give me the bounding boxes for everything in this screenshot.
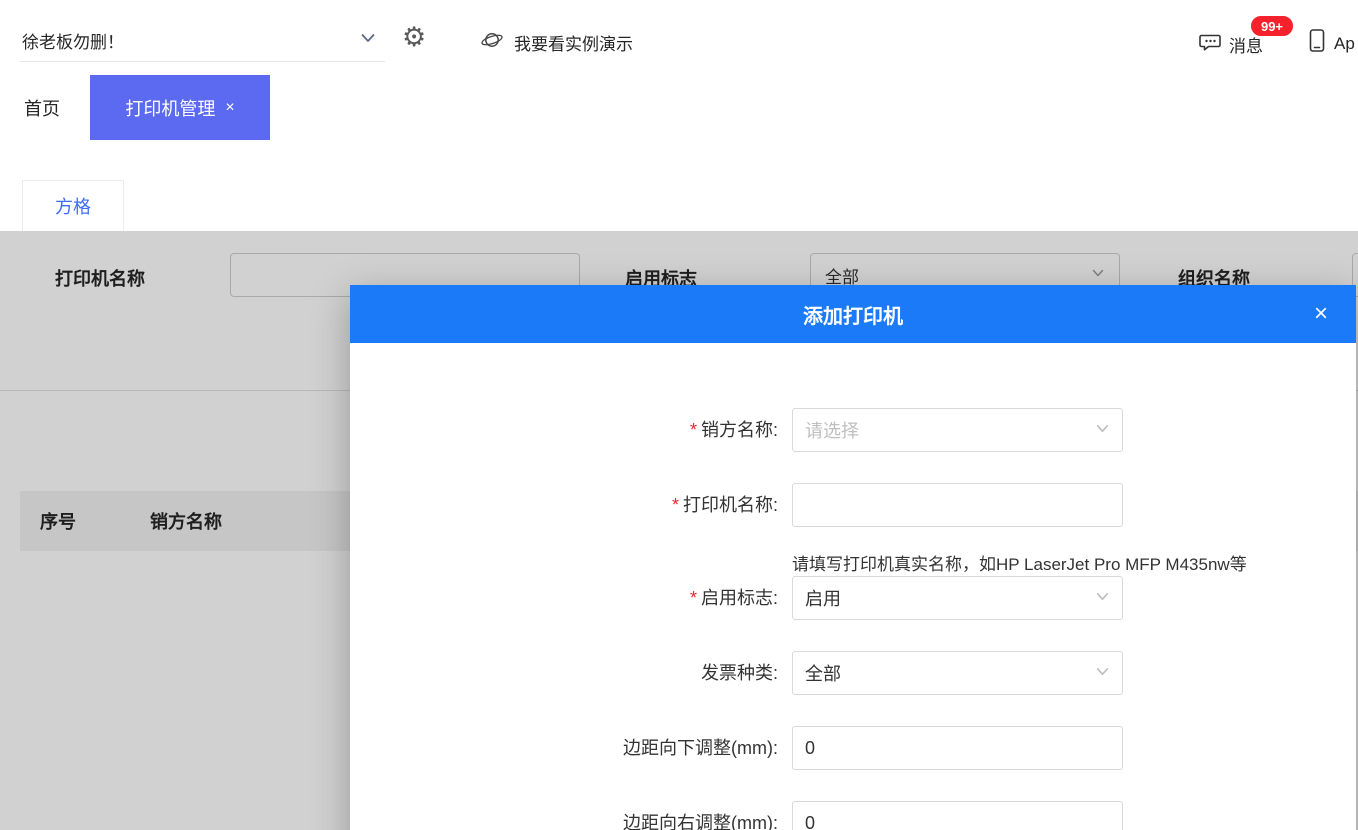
tab-home[interactable]: 首页 [24,75,60,140]
margin-right-input[interactable] [792,801,1123,830]
field-seller-label: * 销方名称: [689,420,778,440]
app-button[interactable]: Ap [1306,28,1355,59]
modal-title: 添加打印机 [803,305,903,328]
modal-body: * 销方名称: 请选择 * 打印机名称: 请填写打印机真实名称，如HP LaserJ… [350,343,1356,830]
chevron-down-icon [359,29,377,52]
field-invoice-type: 发票种类: 全部 [350,651,1356,695]
demo-link-label: 我要看实例演示 [514,35,633,54]
chevron-down-icon [1095,588,1110,609]
modal-header: 添加打印机 × [350,285,1356,343]
enable-flag-value: 启用 [805,589,841,609]
printer-name-hint: 请填写打印机真实名称，如HP LaserJet Pro MFP M435nw等 [792,555,1247,574]
field-margin-right: 边距向右调整(mm): [350,801,1356,830]
invoice-type-value: 全部 [805,664,841,684]
subtab-grid[interactable]: 方格 [22,180,124,231]
gear-icon[interactable]: ⚙ [402,24,426,51]
printer-name-input[interactable] [792,483,1123,527]
field-seller-name: * 销方名称: 请选择 [350,408,1356,452]
company-select[interactable]: 徐老板勿删！ [20,20,385,62]
margin-down-input[interactable] [792,726,1123,770]
required-mark: * [689,588,697,608]
seller-name-placeholder: 请选择 [805,421,859,441]
field-margin-down-label: 边距向下调整(mm): [623,738,778,758]
field-margin-right-label: 边距向右调整(mm): [623,813,778,830]
field-printer-name: * 打印机名称: [350,483,1356,527]
message-count-badge: 99+ [1249,14,1295,38]
app-button-label: Ap [1334,33,1355,53]
tab-bar: 首页 打印机管理 × [0,75,1358,140]
planet-icon [480,28,504,57]
field-enable-flag: * 启用标志: 启用 [350,576,1356,620]
phone-icon [1306,28,1328,59]
field-invoice-label: 发票种类: [700,663,778,683]
field-printer-label: * 打印机名称: [671,495,778,515]
company-select-value: 徐老板勿删！ [22,33,124,52]
chevron-down-icon [1095,420,1110,441]
required-mark: * [671,495,679,515]
enable-flag-select[interactable]: 启用 [792,576,1123,620]
demo-link[interactable]: 我要看实例演示 [480,28,633,57]
tab-close-icon[interactable]: × [225,99,234,116]
seller-name-select[interactable]: 请选择 [792,408,1123,452]
add-printer-modal: 添加打印机 × * 销方名称: 请选择 * 打印机名称: 请填写打印机真实名称，… [350,285,1356,830]
required-mark: * [689,420,697,440]
field-enable-label: * 启用标志: [689,588,778,608]
chevron-down-icon [1095,663,1110,684]
tab-printer-management[interactable]: 打印机管理 × [90,75,270,140]
tab-printer-label: 打印机管理 [125,98,216,119]
field-margin-down: 边距向下调整(mm): [350,726,1356,770]
page: 徐老板勿删！ ⚙ 我要看实例演示 消息 99+ Ap 首页 打印机管理 × 方格… [0,0,1358,830]
invoice-type-select[interactable]: 全部 [792,651,1123,695]
top-bar: 徐老板勿删！ ⚙ 我要看实例演示 消息 99+ Ap [0,0,1358,75]
message-icon [1198,30,1222,59]
close-icon[interactable]: × [1314,302,1328,326]
